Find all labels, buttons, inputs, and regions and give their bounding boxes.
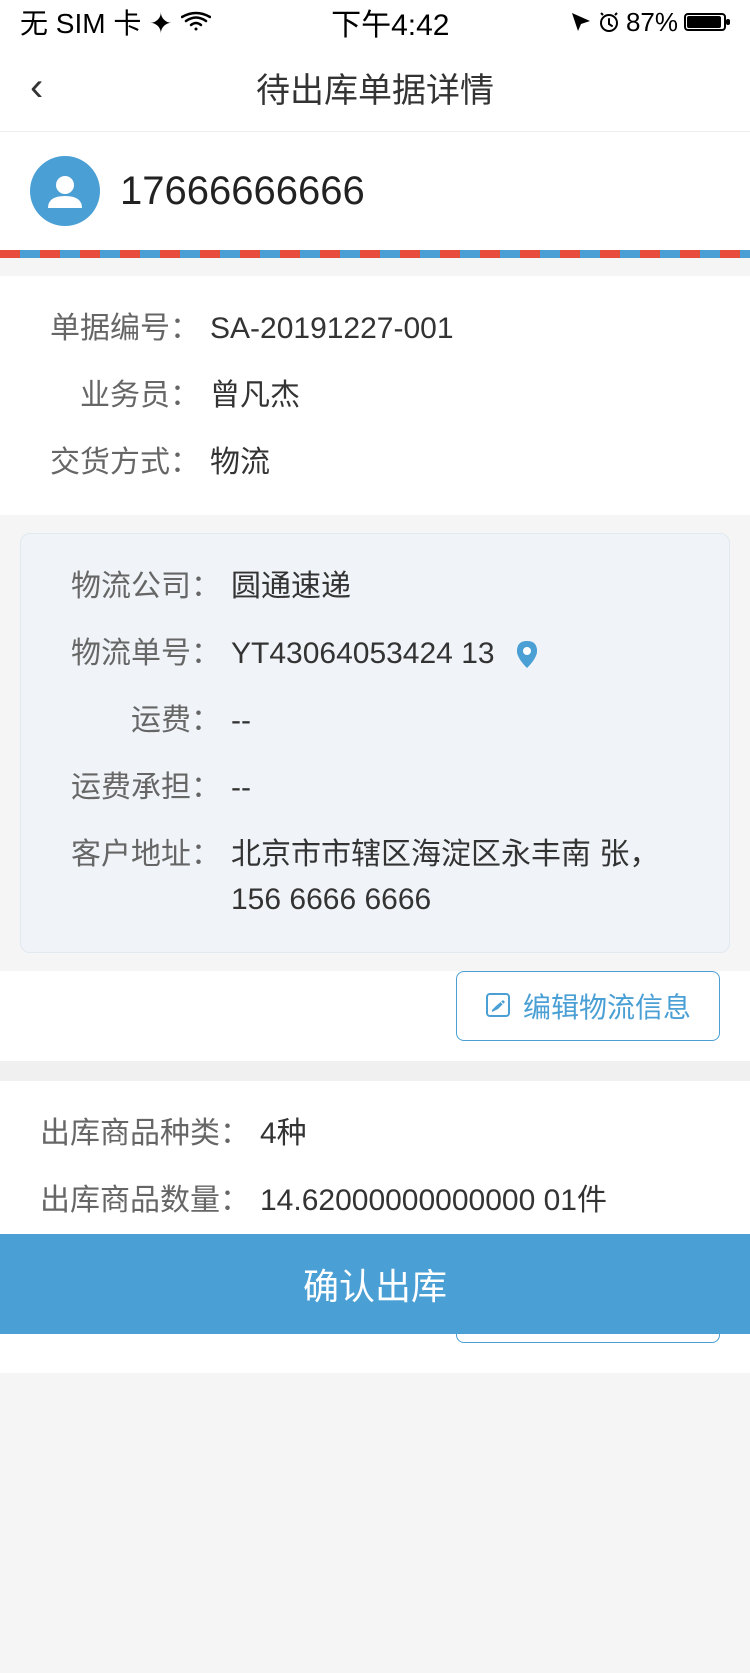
freight-bearer-label: 运费承担：	[61, 765, 221, 810]
address-value: 北京市市辖区海淀区永丰南 张，156 6666 6666	[221, 832, 689, 922]
order-no-row: 单据编号： SA-20191227-001	[40, 306, 710, 351]
logistics-section: 物流公司： 圆通速递 物流单号： YT43064053424 13 运费： --…	[20, 533, 730, 953]
order-info-section: 单据编号： SA-20191227-001 业务员： 曾凡杰 交货方式： 物流	[0, 276, 750, 515]
salesman-row: 业务员： 曾凡杰	[40, 373, 710, 418]
delivery-value: 物流	[200, 440, 710, 485]
map-pin-icon[interactable]	[509, 636, 545, 672]
avatar	[30, 156, 100, 226]
order-no-value: SA-20191227-001	[200, 306, 710, 351]
battery-text: 87%	[626, 7, 678, 38]
edit-btn-container: 编辑物流信息	[0, 971, 750, 1061]
logistics-company-label: 物流公司：	[61, 564, 221, 609]
confirm-button[interactable]: 确认出库	[0, 1234, 750, 1334]
status-left: 无 SIM 卡 ✦	[20, 2, 211, 42]
freight-label: 运费：	[61, 698, 221, 743]
battery-icon	[684, 11, 730, 33]
address-row: 客户地址： 北京市市辖区海淀区永丰南 张，156 6666 6666	[61, 832, 689, 922]
nav-bar: ‹ 待出库单据详情	[0, 44, 750, 132]
goods-type-value: 4种	[250, 1111, 710, 1156]
order-no-label: 单据编号：	[40, 306, 200, 351]
logistics-company-value: 圆通速递	[221, 564, 689, 609]
edit-logistics-button[interactable]: 编辑物流信息	[456, 971, 720, 1041]
delivery-label: 交货方式：	[40, 440, 200, 485]
gray-separator	[0, 1061, 750, 1081]
goods-section: 出库商品种类： 4种 出库商品数量： 14.62000000000000 01件	[0, 1081, 750, 1253]
alarm-icon	[598, 11, 620, 33]
tracking-number: YT43064053424 13	[231, 631, 495, 676]
customer-header: 17666666666	[0, 132, 750, 250]
location-arrow-icon	[570, 11, 592, 33]
dashed-divider	[0, 250, 750, 258]
page-title: 待出库单据详情	[256, 63, 494, 112]
confirm-btn-label: 确认出库	[303, 1258, 447, 1310]
edit-btn-label: 编辑物流信息	[523, 986, 691, 1026]
salesman-label: 业务员：	[40, 373, 200, 418]
goods-type-label: 出库商品种类：	[40, 1111, 250, 1156]
goods-quantity-label: 出库商品数量：	[40, 1178, 250, 1223]
freight-value: --	[221, 698, 689, 743]
sim-status: 无 SIM 卡 ✦	[20, 2, 173, 42]
customer-phone: 17666666666	[120, 169, 365, 214]
freight-bearer-row: 运费承担： --	[61, 765, 689, 810]
delivery-row: 交货方式： 物流	[40, 440, 710, 485]
goods-type-row: 出库商品种类： 4种	[40, 1111, 710, 1156]
goods-quantity-value: 14.62000000000000 01件	[250, 1178, 710, 1223]
address-label: 客户地址：	[61, 832, 221, 877]
freight-bearer-value: --	[221, 765, 689, 810]
wifi-icon	[181, 11, 211, 33]
logistics-tracking-value: YT43064053424 13	[221, 631, 689, 676]
bottom-spacer	[0, 1373, 750, 1573]
logistics-tracking-row: 物流单号： YT43064053424 13	[61, 631, 689, 676]
logistics-company-row: 物流公司： 圆通速递	[61, 564, 689, 609]
freight-row: 运费： --	[61, 698, 689, 743]
avatar-person-icon	[44, 170, 86, 212]
logistics-tracking-label: 物流单号：	[61, 631, 221, 676]
status-right: 87%	[570, 7, 730, 38]
status-time: 下午4:42	[331, 0, 449, 44]
status-bar: 无 SIM 卡 ✦ 下午4:42 87%	[0, 0, 750, 44]
back-button[interactable]: ‹	[30, 65, 43, 110]
edit-icon	[485, 992, 513, 1020]
salesman-value: 曾凡杰	[200, 373, 710, 418]
goods-quantity-row: 出库商品数量： 14.62000000000000 01件	[40, 1178, 710, 1223]
